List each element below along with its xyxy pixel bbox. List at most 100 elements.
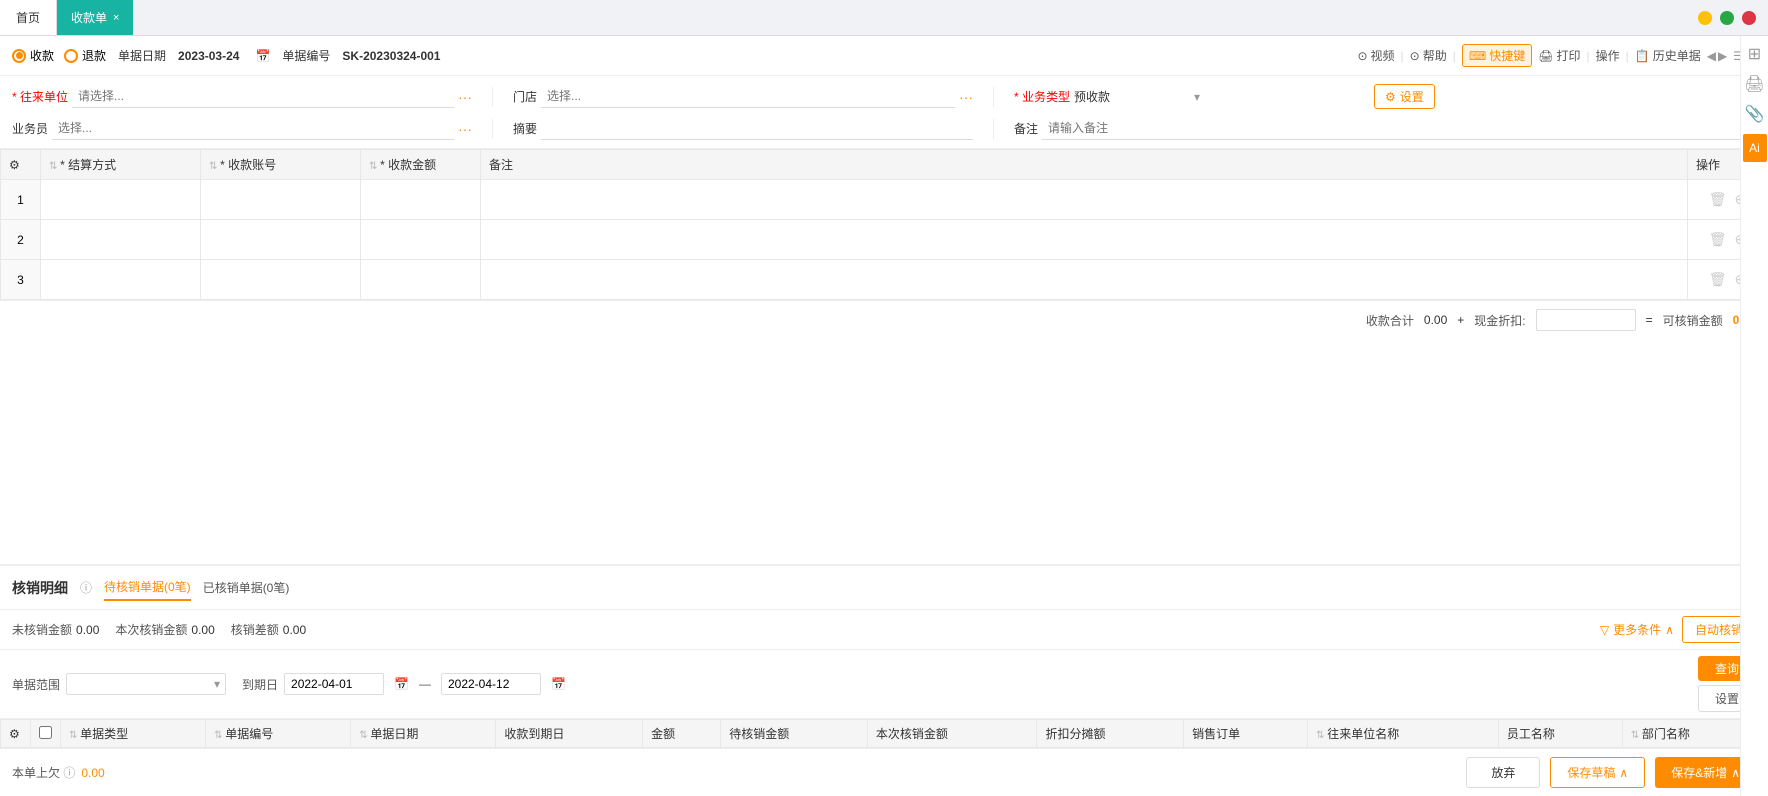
col-amount-header: ⇅ * 收款金额	[361, 150, 481, 180]
row-amount-3[interactable]	[361, 260, 481, 300]
sep4: |	[1626, 49, 1629, 63]
col-current-amount: 本次核销金额	[867, 720, 1037, 748]
radio-refund[interactable]: 退款	[64, 47, 106, 64]
account-input-1[interactable]	[201, 180, 360, 219]
writeoff-section: 核销明细 ⓘ 待核销单据(0笔) 已核销单据(0笔) 未核销金额 0.00 本次…	[0, 564, 1768, 748]
print-button[interactable]: 🖨 打印	[1538, 47, 1580, 64]
row-num-3: 3	[1, 260, 41, 300]
settings-button[interactable]: ⚙ 设置	[1374, 84, 1435, 109]
operate-button[interactable]: 操作	[1596, 47, 1620, 64]
select-all-checkbox[interactable]	[39, 726, 52, 739]
remark-input-1[interactable]	[481, 180, 1687, 219]
row-account-3[interactable]	[201, 260, 361, 300]
tab-home-label: 首页	[16, 9, 40, 26]
amount-input-1[interactable]	[361, 180, 480, 219]
writeoff-title: 核销明细	[12, 578, 68, 598]
sort-amount-icon: ⇅	[369, 161, 380, 172]
close-button[interactable]	[1742, 11, 1756, 25]
doc-value: SK-20230324-001	[342, 49, 440, 63]
row-remark-2[interactable]	[481, 220, 1688, 260]
date-from-input[interactable]	[284, 673, 384, 695]
date-to-input[interactable]	[441, 673, 541, 695]
biz-type-arrow[interactable]: ▾	[1194, 90, 1200, 104]
partner-more-icon[interactable]: ···	[458, 89, 472, 105]
row-amount-2[interactable]	[361, 220, 481, 260]
row-remark-1[interactable]	[481, 180, 1688, 220]
date-from-calendar-icon[interactable]: 📅	[394, 677, 409, 691]
ai-label: Ai	[1749, 141, 1760, 155]
diff-value: 0.00	[283, 623, 306, 637]
col-settings-icon[interactable]: ⚙	[1, 150, 41, 180]
col-partner-name: ⇅ 往来单位名称	[1308, 720, 1499, 748]
history-label: 历史单据	[1653, 47, 1701, 64]
tab-home[interactable]: 首页	[0, 0, 57, 35]
minimize-button[interactable]	[1698, 11, 1712, 25]
sidebar-table-icon[interactable]: ⊞	[1748, 44, 1761, 64]
note-input[interactable]	[1042, 117, 1756, 140]
account-input-2[interactable]	[201, 220, 360, 259]
staff-more-icon[interactable]: ···	[458, 121, 472, 137]
col-checkbox[interactable]	[31, 720, 61, 748]
delete-icon-2[interactable]: 🗑	[1709, 231, 1727, 248]
account-input-3[interactable]	[201, 260, 360, 299]
col-doc-date: ⇅ 单据日期	[351, 720, 496, 748]
range-select[interactable]	[66, 673, 226, 695]
radio-receipt[interactable]: 收款	[12, 47, 54, 64]
sidebar-print-icon[interactable]: 🖨	[1744, 74, 1764, 94]
partner-input[interactable]	[72, 85, 454, 108]
info-icon-footer[interactable]: ⓘ	[63, 766, 75, 780]
help-button[interactable]: ⊙ 帮助	[1410, 47, 1447, 64]
settle-input-3[interactable]	[41, 260, 200, 299]
writeoff-info-icon[interactable]: ⓘ	[80, 579, 92, 596]
sidebar-attach-icon[interactable]: 📎	[1745, 104, 1765, 124]
row-account-2[interactable]	[201, 220, 361, 260]
summary-input[interactable]	[541, 117, 973, 140]
settle-input-2[interactable]	[41, 220, 200, 259]
remark-input-3[interactable]	[481, 260, 1687, 299]
tab-close-icon[interactable]: ×	[113, 12, 119, 24]
store-more-icon[interactable]: ···	[959, 89, 973, 105]
col-check-settings[interactable]: ⚙	[1, 720, 31, 748]
shortcut-button[interactable]: ⌨ 快捷键	[1462, 44, 1532, 67]
row-amount-1[interactable]	[361, 180, 481, 220]
biz-type-field: * 业务类型 预收款 ▾	[1014, 88, 1374, 105]
sidebar-ai-icon[interactable]: Ai	[1743, 134, 1767, 162]
tab-receipt-active[interactable]: 收款单 ×	[57, 0, 133, 35]
history-button[interactable]: 📋 历史单据	[1635, 47, 1701, 64]
prev-arrow[interactable]: ◀	[1707, 49, 1716, 63]
video-icon: ⊙	[1357, 49, 1367, 63]
row-num-1: 1	[1, 180, 41, 220]
maximize-button[interactable]	[1720, 11, 1734, 25]
next-arrow[interactable]: ▶	[1718, 49, 1727, 63]
remark-input-2[interactable]	[481, 220, 1687, 259]
note-field: 备注	[1014, 117, 1756, 140]
more-conditions-btn[interactable]: ▽ 更多条件 ∧	[1600, 621, 1674, 638]
row-settle-2[interactable]	[41, 220, 201, 260]
save-draft-button[interactable]: 保存草稿 ∧	[1550, 757, 1645, 788]
video-button[interactable]: ⊙ 视频	[1357, 47, 1394, 64]
video-label: 视频	[1371, 47, 1395, 64]
store-input[interactable]	[541, 85, 955, 108]
discount-input[interactable]	[1536, 309, 1636, 331]
calendar-icon[interactable]: 📅	[255, 49, 270, 63]
amount-input-2[interactable]	[361, 220, 480, 259]
row-remark-3[interactable]	[481, 260, 1688, 300]
store-label: 门店	[513, 88, 537, 105]
staff-input[interactable]	[52, 117, 454, 140]
row-settle-3[interactable]	[41, 260, 201, 300]
pending-tab[interactable]: 待核销单据(0笔)	[104, 574, 191, 601]
row-account-1[interactable]	[201, 180, 361, 220]
available-label: 可核销金额	[1663, 312, 1723, 329]
discard-button[interactable]: 放弃	[1466, 757, 1540, 788]
date-value: 2023-03-24	[178, 49, 239, 63]
amount-input-3[interactable]	[361, 260, 480, 299]
row-settle-1[interactable]	[41, 180, 201, 220]
summary-field: 摘要	[513, 117, 973, 140]
done-tab[interactable]: 已核销单据(0笔)	[203, 575, 290, 600]
delete-icon-1[interactable]: 🗑	[1709, 191, 1727, 208]
row-num-2: 2	[1, 220, 41, 260]
table-row: 2 🗑 ⊕	[1, 220, 1768, 260]
date-to-calendar-icon[interactable]: 📅	[551, 677, 566, 691]
settle-input-1[interactable]	[41, 180, 200, 219]
delete-icon-3[interactable]: 🗑	[1709, 271, 1727, 288]
